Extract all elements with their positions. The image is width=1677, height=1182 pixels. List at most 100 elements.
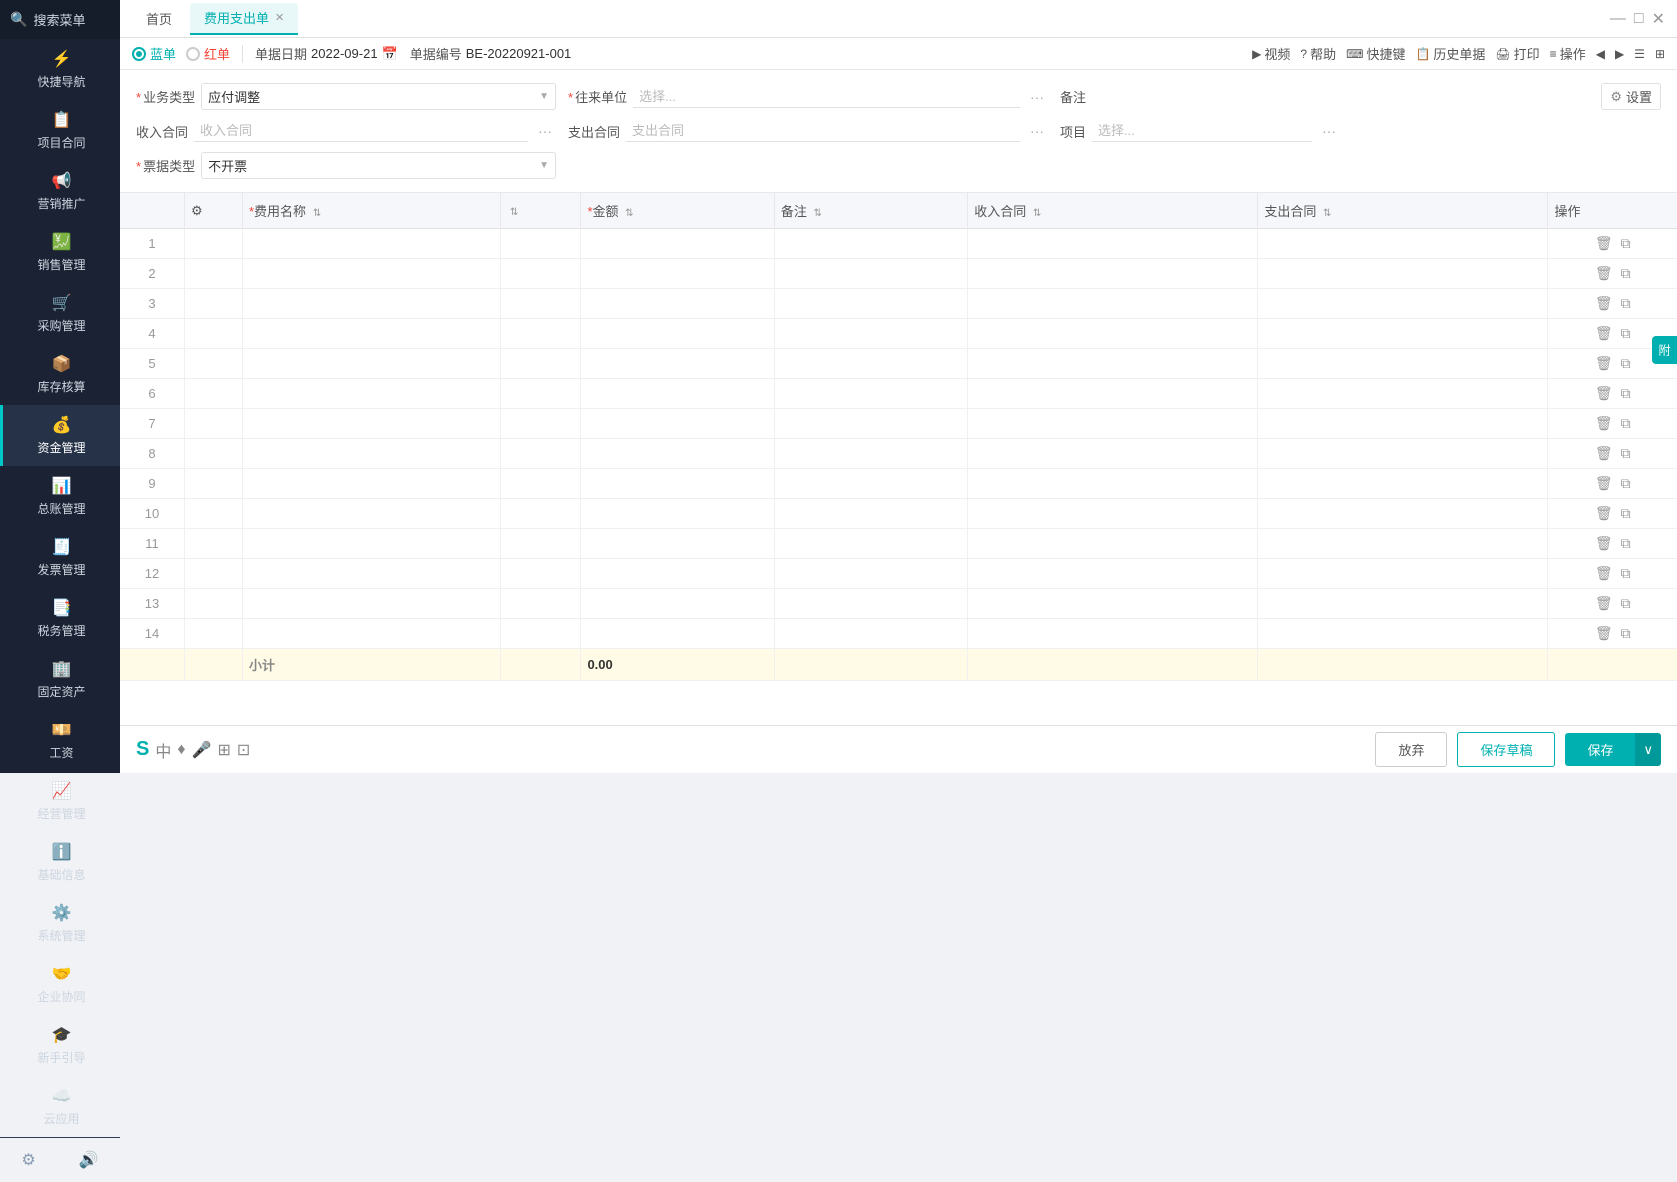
row-cell-name[interactable]: [242, 319, 500, 349]
copy-icon[interactable]: ⧉: [1621, 475, 1631, 492]
th-expense-sort[interactable]: ⇅: [1323, 208, 1331, 219]
row-cell-remark[interactable]: [774, 529, 967, 559]
sidebar-item-newbie[interactable]: 🎓 新手引导: [0, 1015, 120, 1076]
row-cell-expense[interactable]: [1258, 499, 1548, 529]
delete-icon[interactable]: 🗑: [1595, 235, 1613, 252]
sidebar-item-cloud[interactable]: ☁️ 云应用: [0, 1076, 120, 1137]
help-btn[interactable]: ? 帮助: [1300, 44, 1336, 63]
income-contract-dots[interactable]: ···: [534, 123, 556, 139]
row-cell-expense[interactable]: [1258, 349, 1548, 379]
invoice-type-select[interactable]: 不开票 ▼: [201, 152, 556, 179]
row-cell-amount[interactable]: [581, 259, 774, 289]
project-dots[interactable]: ···: [1318, 123, 1340, 139]
row-cell-amount[interactable]: [581, 619, 774, 649]
th-sort-icon[interactable]: ⇅: [510, 207, 518, 218]
copy-icon[interactable]: ⧉: [1621, 235, 1631, 252]
list-btn[interactable]: ☰: [1634, 47, 1645, 61]
delete-icon[interactable]: 🗑: [1595, 295, 1613, 312]
partner-dots[interactable]: ···: [1026, 89, 1048, 105]
row-cell-income[interactable]: [968, 619, 1258, 649]
row-cell-remark[interactable]: [774, 319, 967, 349]
row-cell-expense[interactable]: [1258, 619, 1548, 649]
sidebar-item-invoice[interactable]: 🧾 发票管理: [0, 527, 120, 588]
close-btn[interactable]: ✕: [1652, 9, 1665, 29]
sidebar-item-marketing[interactable]: 📢 营销推广: [0, 161, 120, 222]
sidebar-item-purchase[interactable]: 🛒 采购管理: [0, 283, 120, 344]
expense-contract-dots[interactable]: ···: [1026, 123, 1048, 139]
row-cell-amount[interactable]: [581, 469, 774, 499]
th-name-sort[interactable]: ⇅: [313, 208, 321, 219]
save-button[interactable]: 保存: [1565, 733, 1635, 766]
row-cell-expense[interactable]: [1258, 529, 1548, 559]
row-cell-name[interactable]: [242, 229, 500, 259]
row-cell-income[interactable]: [968, 289, 1258, 319]
row-cell-name[interactable]: [242, 619, 500, 649]
delete-icon[interactable]: 🗑: [1595, 325, 1613, 342]
copy-icon[interactable]: ⧉: [1621, 385, 1631, 402]
row-cell-name[interactable]: [242, 529, 500, 559]
income-contract-input[interactable]: [194, 120, 528, 142]
row-cell-name[interactable]: [242, 439, 500, 469]
row-cell-amount[interactable]: [581, 229, 774, 259]
row-cell-expense[interactable]: [1258, 589, 1548, 619]
copy-icon[interactable]: ⧉: [1621, 325, 1631, 342]
row-cell-amount[interactable]: [581, 559, 774, 589]
expense-contract-input[interactable]: [626, 120, 1020, 142]
sidebar-item-payroll[interactable]: 💴 工资: [0, 710, 120, 771]
delete-icon[interactable]: 🗑: [1595, 475, 1613, 492]
row-cell-remark[interactable]: [774, 619, 967, 649]
sidebar-item-funds[interactable]: 💰 资金管理: [0, 405, 120, 466]
row-cell-remark[interactable]: [774, 289, 967, 319]
copy-icon[interactable]: ⧉: [1621, 535, 1631, 552]
row-cell-income[interactable]: [968, 559, 1258, 589]
delete-icon[interactable]: 🗑: [1595, 445, 1613, 462]
row-cell-name[interactable]: [242, 469, 500, 499]
copy-icon[interactable]: ⧉: [1621, 295, 1631, 312]
row-cell-amount[interactable]: [581, 349, 774, 379]
row-cell-expense[interactable]: [1258, 289, 1548, 319]
row-cell-remark[interactable]: [774, 349, 967, 379]
partner-input[interactable]: [633, 86, 1020, 108]
tab-close-icon[interactable]: ✕: [275, 11, 284, 24]
row-cell-expense[interactable]: [1258, 409, 1548, 439]
operations-btn[interactable]: ≡ 操作: [1550, 44, 1586, 63]
delete-icon[interactable]: 🗑: [1595, 355, 1613, 372]
row-cell-amount[interactable]: [581, 379, 774, 409]
sidebar-item-fixed-assets[interactable]: 🏢 固定资产: [0, 649, 120, 710]
delete-icon[interactable]: 🗑: [1595, 535, 1613, 552]
row-cell-expense[interactable]: [1258, 439, 1548, 469]
row-cell-income[interactable]: [968, 529, 1258, 559]
th-settings[interactable]: ⚙: [184, 193, 242, 229]
th-amount-sort[interactable]: ⇅: [625, 208, 633, 219]
business-type-select[interactable]: 应付调整 ▼: [201, 83, 556, 110]
row-cell-remark[interactable]: [774, 439, 967, 469]
sidebar-item-shortcuts[interactable]: ⚡ 快捷导航: [0, 39, 120, 100]
row-cell-expense[interactable]: [1258, 259, 1548, 289]
sidebar-item-project[interactable]: 📋 项目合同: [0, 100, 120, 161]
row-cell-remark[interactable]: [774, 589, 967, 619]
float-tab[interactable]: 附: [1652, 336, 1677, 364]
row-cell-name[interactable]: [242, 259, 500, 289]
sidebar-item-enterprise[interactable]: 🤝 企业协同: [0, 954, 120, 1015]
discard-button[interactable]: 放弃: [1375, 732, 1447, 767]
next-btn[interactable]: ▶: [1615, 47, 1624, 61]
sidebar-item-system[interactable]: ⚙️ 系统管理: [0, 893, 120, 954]
row-cell-income[interactable]: [968, 319, 1258, 349]
sidebar-item-sales[interactable]: 💹 销售管理: [0, 222, 120, 283]
tab-home[interactable]: 首页: [132, 3, 186, 35]
copy-icon[interactable]: ⧉: [1621, 595, 1631, 612]
row-cell-income[interactable]: [968, 469, 1258, 499]
th-sort[interactable]: ⇅: [500, 193, 581, 229]
row-cell-income[interactable]: [968, 439, 1258, 469]
row-cell-amount[interactable]: [581, 499, 774, 529]
save-arrow-button[interactable]: ∨: [1635, 733, 1661, 766]
row-cell-income[interactable]: [968, 379, 1258, 409]
row-cell-remark[interactable]: [774, 499, 967, 529]
row-cell-amount[interactable]: [581, 439, 774, 469]
row-cell-expense[interactable]: [1258, 379, 1548, 409]
project-input[interactable]: [1092, 120, 1312, 142]
minimize-btn[interactable]: —: [1610, 10, 1626, 28]
row-cell-expense[interactable]: [1258, 559, 1548, 589]
row-cell-expense[interactable]: [1258, 229, 1548, 259]
delete-icon[interactable]: 🗑: [1595, 415, 1613, 432]
